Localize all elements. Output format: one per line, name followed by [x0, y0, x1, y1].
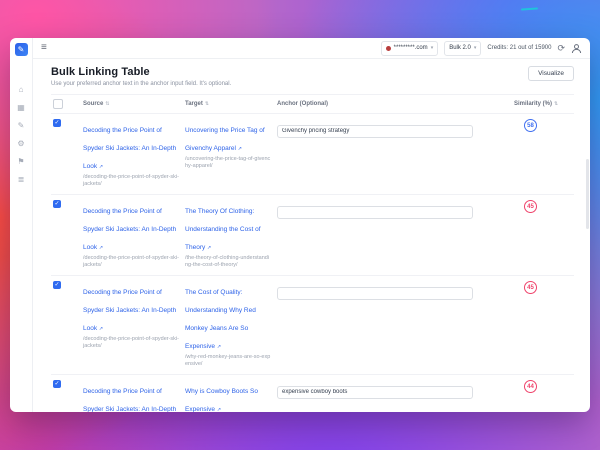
page-title: Bulk Linking Table: [51, 66, 150, 78]
anchor-input[interactable]: [277, 286, 473, 300]
external-link-icon: ↗: [216, 407, 222, 412]
column-header-source[interactable]: Source ⇅: [83, 101, 179, 107]
target-link[interactable]: The Theory Of Clothing: Understanding th…: [185, 208, 261, 251]
row-checkbox[interactable]: ✓: [53, 200, 61, 208]
anchor-input[interactable]: [277, 205, 473, 219]
user-icon[interactable]: [571, 43, 582, 54]
table-header-row: Source ⇅ Target ⇅ Anchor (Optional) Simila…: [51, 94, 574, 114]
domain-favicon-dot: [385, 45, 391, 51]
app-window: ✎ ⌂ ▦ ✎ ⚙ ⚑ ≣ ≡ *********.com ▾ Bulk 2.0 ▾ Cr…: [10, 38, 590, 412]
edit-icon[interactable]: ✎: [18, 122, 25, 130]
top-bar: ≡ *********.com ▾ Bulk 2.0 ▾ Credits: 21…: [33, 38, 590, 59]
visualize-button[interactable]: Visualize: [528, 66, 574, 81]
table-row: ✓ Decoding the Price Point of Spyder Ski…: [51, 195, 574, 276]
source-link[interactable]: Decoding the Price Point of Spyder Ski J…: [83, 289, 176, 332]
anchor-input[interactable]: [277, 385, 473, 399]
external-link-icon: ↗: [216, 344, 222, 350]
grid-icon[interactable]: ▦: [17, 104, 25, 112]
source-url: /decoding-the-price-point-of-spyder-ski-…: [83, 336, 179, 349]
chevron-down-icon: ▾: [473, 45, 477, 51]
table-row: ✓ Decoding the Price Point of Spyder Ski…: [51, 276, 574, 375]
similarity-badge: 58: [524, 119, 537, 132]
external-link-icon: ↗: [98, 326, 104, 332]
column-header-target[interactable]: Target ⇅: [185, 101, 271, 107]
decorative-streak: [520, 7, 539, 11]
row-checkbox[interactable]: ✓: [53, 380, 61, 388]
credits-label: Credits: 21 out of 15900: [487, 45, 552, 51]
column-header-similarity[interactable]: Similarity (%) ⇅: [514, 101, 574, 107]
similarity-badge: 45: [524, 200, 537, 213]
flag-icon[interactable]: ⚑: [17, 158, 24, 166]
external-link-icon: ↗: [98, 245, 104, 251]
row-checkbox[interactable]: ✓: [53, 281, 61, 289]
sidebar: ✎ ⌂ ▦ ✎ ⚙ ⚑ ≣: [10, 38, 33, 412]
main-area: ≡ *********.com ▾ Bulk 2.0 ▾ Credits: 21…: [33, 38, 590, 412]
source-link[interactable]: Decoding the Price Point of Spyder Ski J…: [83, 388, 176, 412]
home-icon[interactable]: ⌂: [19, 86, 24, 94]
mode-label: Bulk 2.0: [449, 45, 471, 51]
table-row: ✓ Decoding the Price Point of Spyder Ski…: [51, 114, 574, 195]
sort-icon[interactable]: ⇅: [205, 101, 209, 107]
scrollbar-thumb[interactable]: [586, 159, 589, 229]
sort-icon[interactable]: ⇅: [554, 101, 558, 107]
domain-label: *********.com: [393, 45, 428, 51]
external-link-icon: ↗: [207, 245, 212, 251]
column-header-anchor: Anchor (Optional): [277, 101, 328, 107]
source-link[interactable]: Decoding the Price Point of Spyder Ski J…: [83, 127, 176, 170]
page-content: Bulk Linking Table Use your preferred an…: [33, 59, 590, 412]
target-link[interactable]: Why is Cowboy Boots So Expensive ↗: [185, 388, 258, 412]
menu-icon[interactable]: ≡: [41, 43, 47, 53]
external-link-icon: ↗: [98, 164, 104, 170]
gear-icon[interactable]: ⚙: [17, 140, 24, 148]
source-link[interactable]: Decoding the Price Point of Spyder Ski J…: [83, 208, 176, 251]
target-link[interactable]: The Cost of Quality: Understanding Why R…: [185, 289, 256, 350]
page-subtitle: Use your preferred anchor text in the an…: [51, 81, 232, 87]
source-url: /decoding-the-price-point-of-spyder-ski-…: [83, 174, 179, 187]
sort-icon[interactable]: ⇅: [105, 101, 109, 107]
chevron-down-icon: ▾: [430, 45, 434, 51]
select-all-checkbox[interactable]: [53, 99, 63, 109]
source-url: /decoding-the-price-point-of-spyder-ski-…: [83, 255, 179, 268]
app-logo-icon[interactable]: ✎: [14, 43, 28, 56]
anchor-input[interactable]: [277, 124, 473, 138]
target-url: /why-red-monkey-jeans-are-so-expensive/: [185, 354, 271, 367]
list-icon[interactable]: ≣: [18, 176, 25, 184]
similarity-badge: 45: [524, 281, 537, 294]
target-url: /uncovering-the-price-tag-of-givenchy-ap…: [185, 156, 271, 169]
refresh-icon[interactable]: ⟳: [557, 43, 565, 53]
row-checkbox[interactable]: ✓: [53, 119, 61, 127]
target-link[interactable]: Uncovering the Price Tag of Givenchy App…: [185, 127, 265, 152]
table-row: ✓ Decoding the Price Point of Spyder Ski…: [51, 375, 574, 412]
similarity-badge: 44: [524, 380, 537, 393]
mode-selector[interactable]: Bulk 2.0 ▾: [444, 40, 482, 56]
bulk-linking-table: Source ⇅ Target ⇅ Anchor (Optional) Simila…: [51, 94, 574, 412]
target-url: /the-theory-of-clothing-understanding-th…: [185, 255, 270, 268]
domain-selector[interactable]: *********.com ▾: [380, 40, 439, 56]
external-link-icon: ↗: [237, 146, 242, 152]
